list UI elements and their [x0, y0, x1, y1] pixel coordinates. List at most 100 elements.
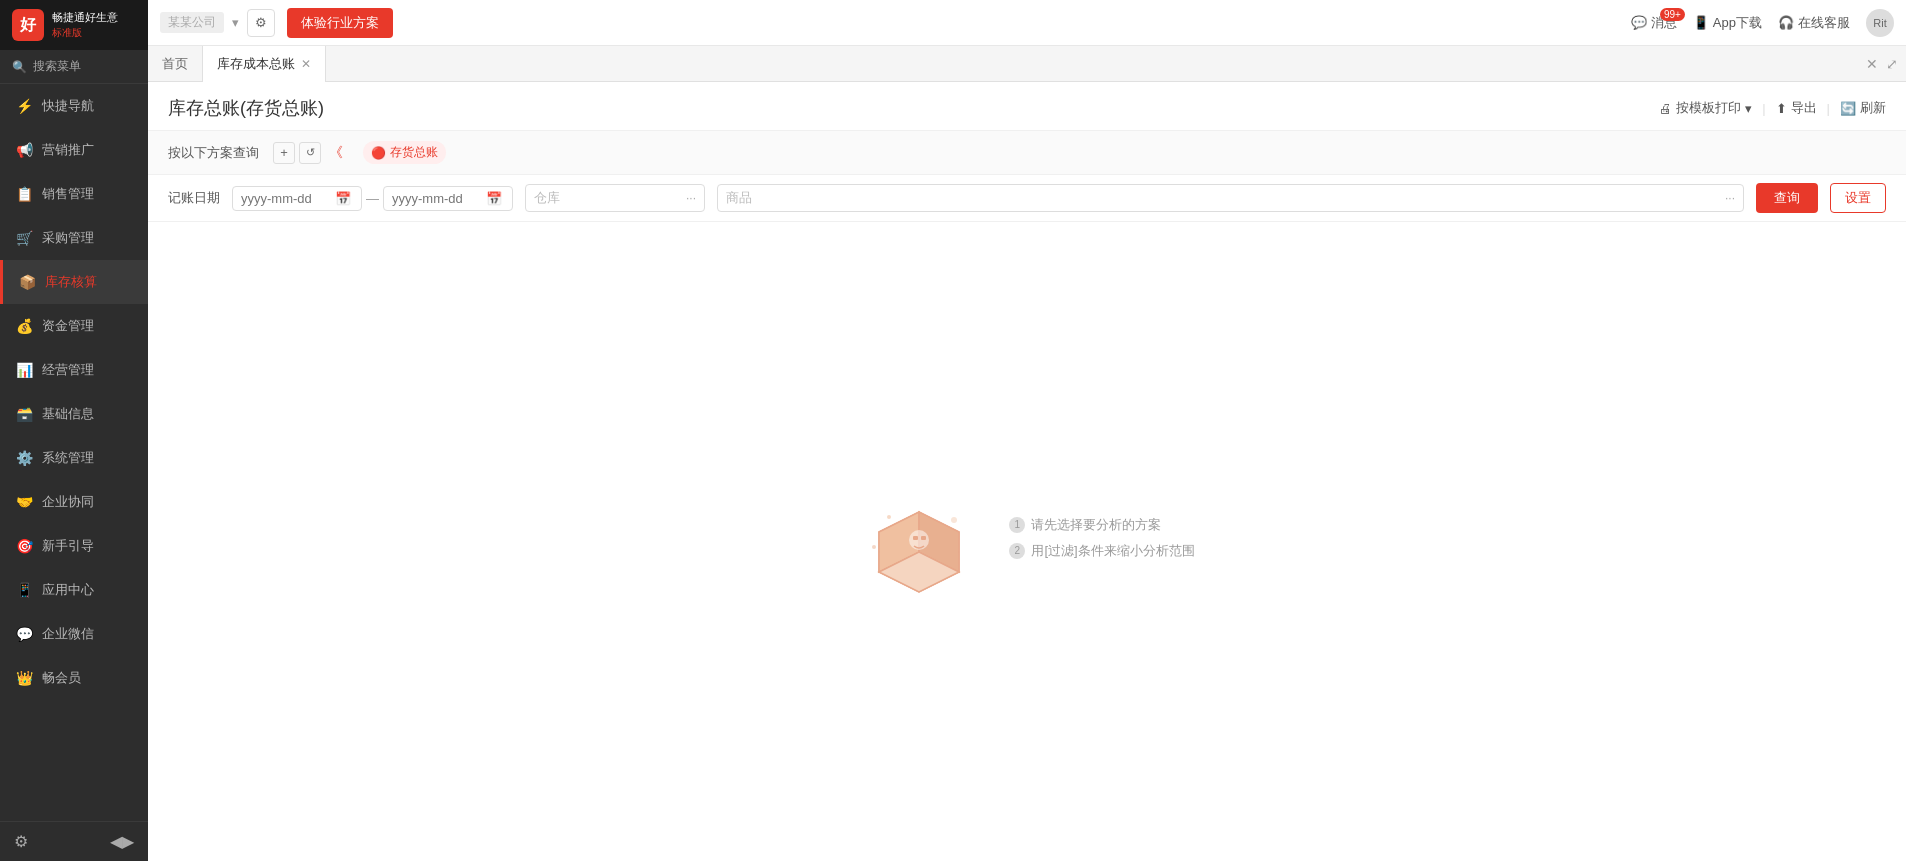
- svg-point-8: [887, 515, 891, 519]
- database-icon: 🗃️: [14, 404, 34, 424]
- date-start-input[interactable]: 📅: [232, 186, 362, 211]
- headset-icon: 🎧: [1778, 15, 1794, 30]
- svg-point-10: [872, 545, 876, 549]
- content-area: 库存总账(存货总账) 🖨 按模板打印 ▾ | ⬆ 导出 | 🔄 刷新: [148, 82, 1906, 861]
- warehouse-more-icon[interactable]: ···: [686, 191, 696, 205]
- tab-inventory-cost[interactable]: 库存成本总账 ✕: [203, 46, 326, 82]
- product-placeholder: 商品: [726, 189, 1721, 207]
- sidebar-item-wechat[interactable]: 💬 企业微信: [0, 612, 148, 656]
- tab-inventory-cost-label: 库存成本总账: [217, 55, 295, 73]
- page-header: 库存总账(存货总账) 🖨 按模板打印 ▾ | ⬆ 导出 | 🔄 刷新: [148, 82, 1906, 131]
- app-logo-icon: 好: [12, 9, 44, 41]
- date-start-field[interactable]: [241, 191, 331, 206]
- date-end-input[interactable]: 📅: [383, 186, 513, 211]
- filter-scheme: 🔴 存货总账: [363, 141, 446, 164]
- scheme-label: 存货总账: [390, 144, 438, 161]
- sidebar-item-label: 新手引导: [42, 537, 94, 555]
- sidebar-item-label: 销售管理: [42, 185, 94, 203]
- warehouse-placeholder: 仓库: [534, 189, 682, 207]
- scheme-item-inventory[interactable]: 🔴 存货总账: [363, 141, 446, 164]
- page-actions: 🖨 按模板打印 ▾ | ⬆ 导出 | 🔄 刷新: [1659, 99, 1886, 117]
- sidebar-item-label: 营销推广: [42, 141, 94, 159]
- settings-button[interactable]: 设置: [1830, 183, 1886, 213]
- print-icon: 🖨: [1659, 101, 1672, 116]
- refresh-btn[interactable]: 🔄 刷新: [1840, 99, 1886, 117]
- target-icon: 🎯: [14, 536, 34, 556]
- company-dropdown-icon: ▾: [232, 15, 239, 30]
- date-end-field[interactable]: [392, 191, 482, 206]
- print-label: 按模板打印: [1676, 99, 1741, 117]
- gear-icon: ⚙️: [14, 448, 34, 468]
- online-service-label: 在线客服: [1798, 14, 1850, 32]
- app-download-label: App下载: [1713, 14, 1762, 32]
- svg-rect-6: [913, 536, 918, 540]
- sidebar-item-inventory[interactable]: 📦 库存核算: [0, 260, 148, 304]
- online-service-btn[interactable]: 🎧 在线客服: [1778, 14, 1850, 32]
- message-badge: 99+: [1660, 8, 1685, 21]
- hint-num-1: 1: [1009, 517, 1025, 533]
- filter-row: 记账日期 📅 — 📅 仓库 ··· 商品 ··· 查询: [148, 175, 1906, 222]
- company-selector[interactable]: 某某公司 ▾: [160, 12, 239, 33]
- sidebar-item-operations[interactable]: 📊 经营管理: [0, 348, 148, 392]
- empty-box-svg: [859, 482, 979, 602]
- tabs-bar: 首页 库存成本总账 ✕ ✕ ⤢: [148, 46, 1906, 82]
- calendar-end-icon[interactable]: 📅: [486, 191, 502, 206]
- cart-icon: 🛒: [14, 228, 34, 248]
- sidebar-item-funds[interactable]: 💰 资金管理: [0, 304, 148, 348]
- refresh-icon: 🔄: [1840, 101, 1856, 116]
- sidebar-item-label: 资金管理: [42, 317, 94, 335]
- megaphone-icon: 📢: [14, 140, 34, 160]
- app-download-btn[interactable]: 📱 App下载: [1693, 14, 1762, 32]
- sidebar-item-enterprise[interactable]: 🤝 企业协同: [0, 480, 148, 524]
- sidebar-item-label: 库存核算: [45, 273, 97, 291]
- tab-home[interactable]: 首页: [148, 46, 203, 82]
- scheme-dot-icon: 🔴: [371, 146, 386, 160]
- sidebar-item-label: 系统管理: [42, 449, 94, 467]
- product-selector[interactable]: 商品 ···: [717, 184, 1744, 212]
- industry-btn[interactable]: 体验行业方案: [287, 8, 393, 38]
- calendar-start-icon[interactable]: 📅: [335, 191, 351, 206]
- sidebar-item-label: 企业微信: [42, 625, 94, 643]
- action-divider-2: |: [1827, 101, 1830, 116]
- sidebar-item-guide[interactable]: 🎯 新手引导: [0, 524, 148, 568]
- sidebar-item-apps[interactable]: 📱 应用中心: [0, 568, 148, 612]
- message-btn[interactable]: 💬 消息 99+: [1631, 14, 1677, 32]
- user-avatar[interactable]: Rit: [1866, 9, 1894, 37]
- settings-bottom-icon[interactable]: ⚙: [14, 832, 28, 851]
- sidebar-item-vip[interactable]: 👑 畅会员: [0, 656, 148, 700]
- filter-collapse-btn[interactable]: 《: [325, 142, 347, 164]
- filter-add-btn[interactable]: +: [273, 142, 295, 164]
- collapse-icon[interactable]: ◀▶: [110, 832, 134, 851]
- sidebar-item-label: 经营管理: [42, 361, 94, 379]
- sidebar-item-label: 企业协同: [42, 493, 94, 511]
- money-icon: 💰: [14, 316, 34, 336]
- app-subtitle: 标准版: [52, 26, 118, 40]
- empty-hint-1: 1 请先选择要分析的方案: [1009, 516, 1194, 534]
- sidebar-item-basics[interactable]: 🗃️ 基础信息: [0, 392, 148, 436]
- filter-bar: 按以下方案查询 + ↺ 《 🔴 存货总账: [148, 131, 1906, 175]
- clipboard-icon: 📋: [14, 184, 34, 204]
- print-btn[interactable]: 🖨 按模板打印 ▾: [1659, 99, 1752, 117]
- warehouse-selector[interactable]: 仓库 ···: [525, 184, 705, 212]
- sidebar-item-sales[interactable]: 📋 销售管理: [0, 172, 148, 216]
- topbar-settings-btn[interactable]: ⚙: [247, 9, 275, 37]
- sidebar-bottom: ⚙ ◀▶: [0, 821, 148, 861]
- export-btn[interactable]: ⬆ 导出: [1776, 99, 1817, 117]
- export-icon: ⬆: [1776, 101, 1787, 116]
- filter-reset-btn[interactable]: ↺: [299, 142, 321, 164]
- sidebar-item-system[interactable]: ⚙️ 系统管理: [0, 436, 148, 480]
- action-divider-1: |: [1762, 101, 1765, 116]
- tab-close-all-icon[interactable]: ✕: [1866, 56, 1878, 72]
- sidebar-item-label: 应用中心: [42, 581, 94, 599]
- chart-icon: 📊: [14, 360, 34, 380]
- sidebar-item-quick-nav[interactable]: ⚡ 快捷导航: [0, 84, 148, 128]
- sidebar-search[interactable]: 🔍 搜索菜单: [0, 50, 148, 84]
- product-more-icon[interactable]: ···: [1725, 191, 1735, 205]
- tab-close-btn[interactable]: ✕: [301, 57, 311, 71]
- sidebar-logo: 好 畅捷通好生意 标准版: [0, 0, 148, 50]
- handshake-icon: 🤝: [14, 492, 34, 512]
- sidebar-item-purchase[interactable]: 🛒 采购管理: [0, 216, 148, 260]
- tab-expand-icon[interactable]: ⤢: [1886, 56, 1898, 72]
- search-button[interactable]: 查询: [1756, 183, 1818, 213]
- sidebar-item-marketing[interactable]: 📢 营销推广: [0, 128, 148, 172]
